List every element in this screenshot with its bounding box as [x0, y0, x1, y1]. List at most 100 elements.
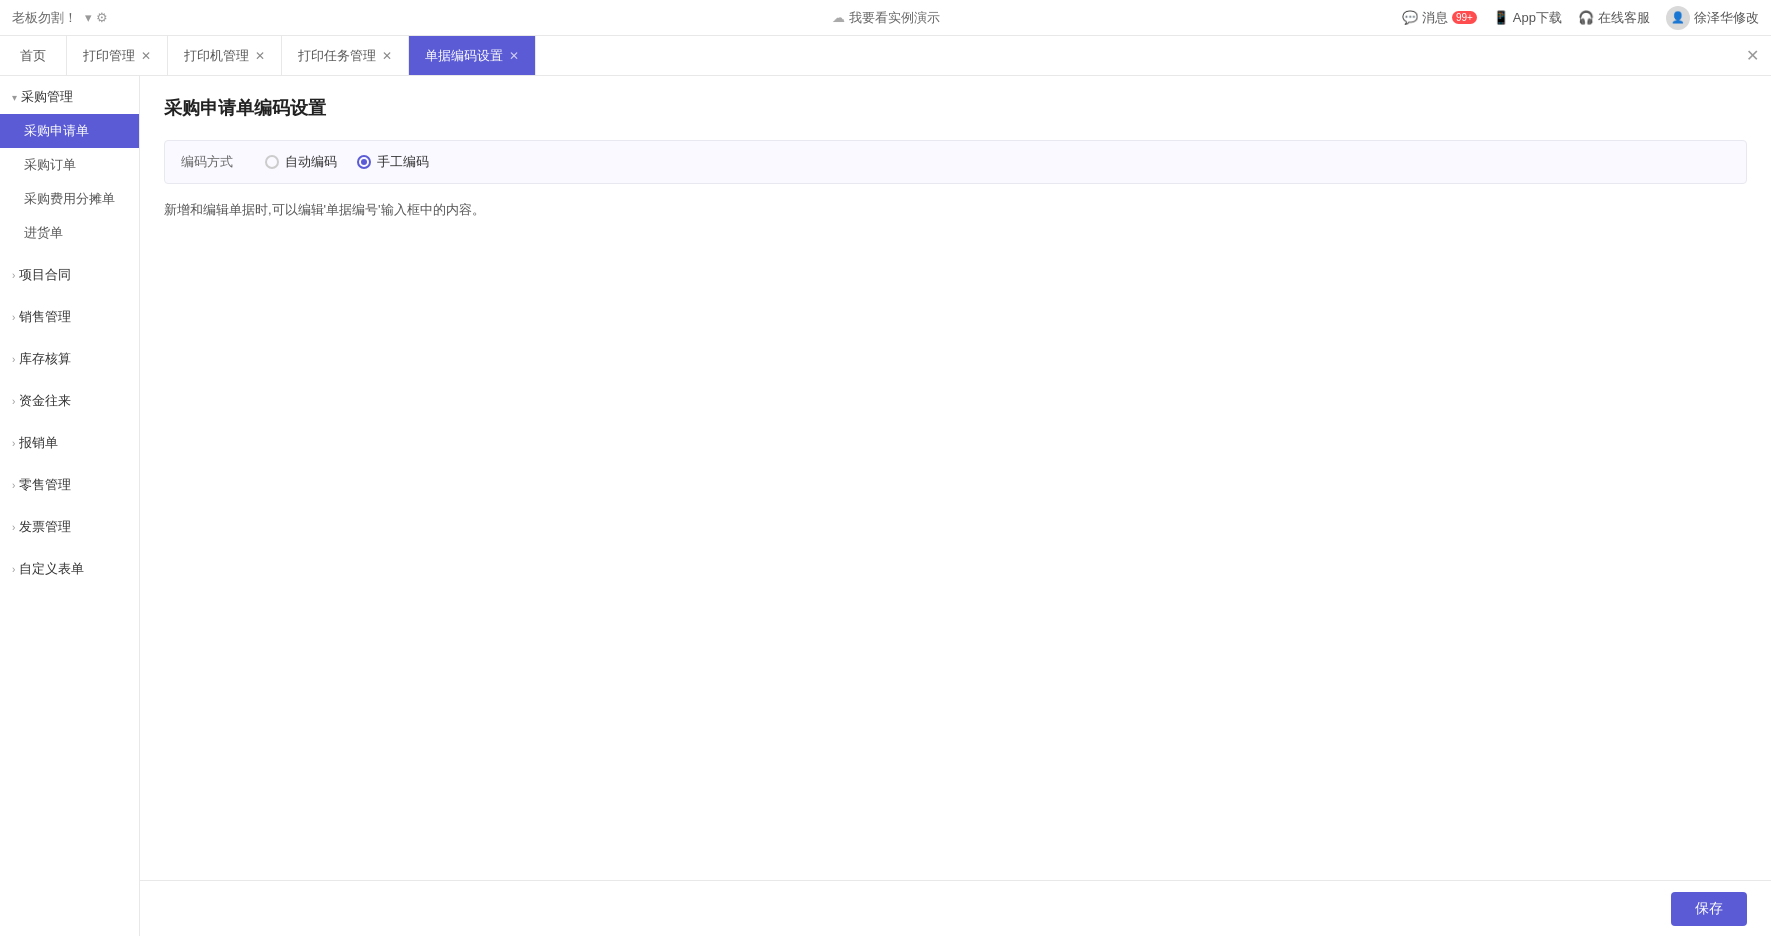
top-bar-left: 老板勿割！ ▾ ⚙ [12, 9, 108, 27]
expand-icon: › [12, 564, 15, 575]
sidebar-group-retail-mgmt: › 零售管理 [0, 464, 139, 506]
tab-print-task-mgmt[interactable]: 打印任务管理 ✕ [282, 36, 409, 75]
manual-code-label: 手工编码 [377, 153, 429, 171]
user-item[interactable]: 👤 徐泽华修改 [1666, 6, 1759, 30]
radio-group-encoding: 自动编码 手工编码 [265, 153, 429, 171]
sidebar-group-title-capital[interactable]: › 资金往来 [0, 384, 139, 418]
expand-icon: › [12, 354, 15, 365]
cloud-icon: ☁ [832, 10, 845, 25]
sidebar-group-purchase-mgmt: ▾ 采购管理 采购申请单 采购订单 采购费用分摊单 进货单 [0, 76, 139, 254]
sidebar-group-label-project-contract: 项目合同 [19, 266, 71, 284]
tab-bar: 首页 打印管理 ✕ 打印机管理 ✕ 打印任务管理 ✕ 单据编码设置 ✕ ✕ [0, 36, 1771, 76]
tab-printer-mgmt[interactable]: 打印机管理 ✕ [168, 36, 282, 75]
expand-icon: › [12, 522, 15, 533]
close-icon[interactable]: ✕ [382, 49, 392, 63]
top-bar: 老板勿割！ ▾ ⚙ ☁ 我要看实例演示 💬 消息 99+ 📱 App下载 🎧 在… [0, 0, 1771, 36]
sidebar-group-inventory: › 库存核算 [0, 338, 139, 380]
message-item[interactable]: 💬 消息 99+ [1402, 9, 1477, 27]
expand-icon: › [12, 438, 15, 449]
sidebar-group-title-sales-return[interactable]: › 报销单 [0, 426, 139, 460]
page-title: 采购申请单编码设置 [164, 96, 1747, 120]
sidebar-item-purchase-expense[interactable]: 采购费用分摊单 [0, 182, 139, 216]
sidebar-group-label-sales-mgmt: 销售管理 [19, 308, 71, 326]
top-bar-icons: ▾ ⚙ [85, 10, 108, 25]
sidebar-item-label-goods-receipt: 进货单 [24, 225, 63, 240]
message-label: 消息 [1422, 9, 1448, 27]
tab-print-mgmt-label: 打印管理 [83, 47, 135, 65]
tab-single-code-settings-label: 单据编码设置 [425, 47, 503, 65]
sidebar-group-capital: › 资金往来 [0, 380, 139, 422]
tab-print-task-mgmt-label: 打印任务管理 [298, 47, 376, 65]
avatar: 👤 [1666, 6, 1690, 30]
chevron-down-icon[interactable]: ▾ [85, 10, 92, 25]
app-download-item[interactable]: 📱 App下载 [1493, 9, 1562, 27]
sidebar-group-title-invoice-mgmt[interactable]: › 发票管理 [0, 510, 139, 544]
sidebar-group-label-custom-form: 自定义表单 [19, 560, 84, 578]
sidebar-item-label-purchase-request: 采购申请单 [24, 123, 89, 138]
close-icon[interactable]: ✕ [255, 49, 265, 63]
sidebar-group-project-contract: › 项目合同 [0, 254, 139, 296]
sidebar-group-title-sales-mgmt[interactable]: › 销售管理 [0, 300, 139, 334]
settings-icon[interactable]: ⚙ [96, 10, 108, 25]
online-service-item[interactable]: 🎧 在线客服 [1578, 9, 1650, 27]
online-service-label: 在线客服 [1598, 9, 1650, 27]
sidebar-group-title-retail-mgmt[interactable]: › 零售管理 [0, 468, 139, 502]
tab-print-mgmt[interactable]: 打印管理 ✕ [67, 36, 168, 75]
sidebar-group-label-purchase-mgmt: 采购管理 [21, 88, 73, 106]
sidebar-item-label-purchase-order: 采购订单 [24, 157, 76, 172]
sidebar-item-label-purchase-expense: 采购费用分摊单 [24, 191, 115, 206]
sidebar-group-label-capital: 资金往来 [19, 392, 71, 410]
sidebar-group-title-custom-form[interactable]: › 自定义表单 [0, 552, 139, 586]
sidebar-group-sales-mgmt: › 销售管理 [0, 296, 139, 338]
user-name: 徐泽华修改 [1694, 9, 1759, 27]
sidebar-item-purchase-request[interactable]: 采购申请单 [0, 114, 139, 148]
top-bar-title[interactable]: 老板勿割！ [12, 9, 77, 27]
sidebar-group-label-inventory: 库存核算 [19, 350, 71, 368]
message-icon: 💬 [1402, 10, 1418, 25]
sidebar-group-invoice-mgmt: › 发票管理 [0, 506, 139, 548]
content-footer: 保存 [140, 880, 1771, 936]
sidebar-group-label-invoice-mgmt: 发票管理 [19, 518, 71, 536]
app-download-label: App下载 [1513, 9, 1562, 27]
message-badge: 99+ [1452, 11, 1477, 24]
encoding-row: 编码方式 自动编码 手工编码 [164, 140, 1747, 184]
expand-icon: ▾ [12, 92, 17, 103]
content-main: 采购申请单编码设置 编码方式 自动编码 手工编码 新增和编辑单据时,可以编辑'单… [140, 76, 1771, 880]
description-text: 新增和编辑单据时,可以编辑'单据编号'输入框中的内容。 [164, 200, 1747, 221]
expand-icon: › [12, 480, 15, 491]
demo-link[interactable]: ☁ 我要看实例演示 [832, 9, 940, 27]
sidebar-group-sales-return: › 报销单 [0, 422, 139, 464]
expand-icon: › [12, 396, 15, 407]
top-bar-right: 💬 消息 99+ 📱 App下载 🎧 在线客服 👤 徐泽华修改 [1402, 6, 1759, 30]
sidebar-item-purchase-order[interactable]: 采购订单 [0, 148, 139, 182]
tab-bar-close-all[interactable]: ✕ [1734, 36, 1771, 75]
close-icon[interactable]: ✕ [509, 49, 519, 63]
radio-manual-code[interactable]: 手工编码 [357, 153, 429, 171]
sidebar-group-title-project-contract[interactable]: › 项目合同 [0, 258, 139, 292]
sidebar-group-custom-form: › 自定义表单 [0, 548, 139, 590]
tab-home[interactable]: 首页 [0, 36, 67, 75]
content-area: 采购申请单编码设置 编码方式 自动编码 手工编码 新增和编辑单据时,可以编辑'单… [140, 76, 1771, 936]
tab-home-label: 首页 [20, 47, 46, 65]
tab-printer-mgmt-label: 打印机管理 [184, 47, 249, 65]
expand-icon: › [12, 270, 15, 281]
radio-circle-manual [357, 155, 371, 169]
demo-text: 我要看实例演示 [849, 9, 940, 27]
main-layout: ▾ 采购管理 采购申请单 采购订单 采购费用分摊单 进货单 › 项目合同 [0, 76, 1771, 936]
sidebar-item-goods-receipt[interactable]: 进货单 [0, 216, 139, 250]
close-icon[interactable]: ✕ [141, 49, 151, 63]
save-button[interactable]: 保存 [1671, 892, 1747, 926]
auto-code-label: 自动编码 [285, 153, 337, 171]
service-icon: 🎧 [1578, 10, 1594, 25]
sidebar-group-title-purchase-mgmt[interactable]: ▾ 采购管理 [0, 80, 139, 114]
sidebar-group-label-retail-mgmt: 零售管理 [19, 476, 71, 494]
expand-icon: › [12, 312, 15, 323]
download-icon: 📱 [1493, 10, 1509, 25]
sidebar-group-title-inventory[interactable]: › 库存核算 [0, 342, 139, 376]
radio-auto-code[interactable]: 自动编码 [265, 153, 337, 171]
radio-circle-auto [265, 155, 279, 169]
sidebar: ▾ 采购管理 采购申请单 采购订单 采购费用分摊单 进货单 › 项目合同 [0, 76, 140, 936]
sidebar-group-label-sales-return: 报销单 [19, 434, 58, 452]
tab-single-code-settings[interactable]: 单据编码设置 ✕ [409, 36, 536, 75]
encoding-label: 编码方式 [181, 153, 241, 171]
